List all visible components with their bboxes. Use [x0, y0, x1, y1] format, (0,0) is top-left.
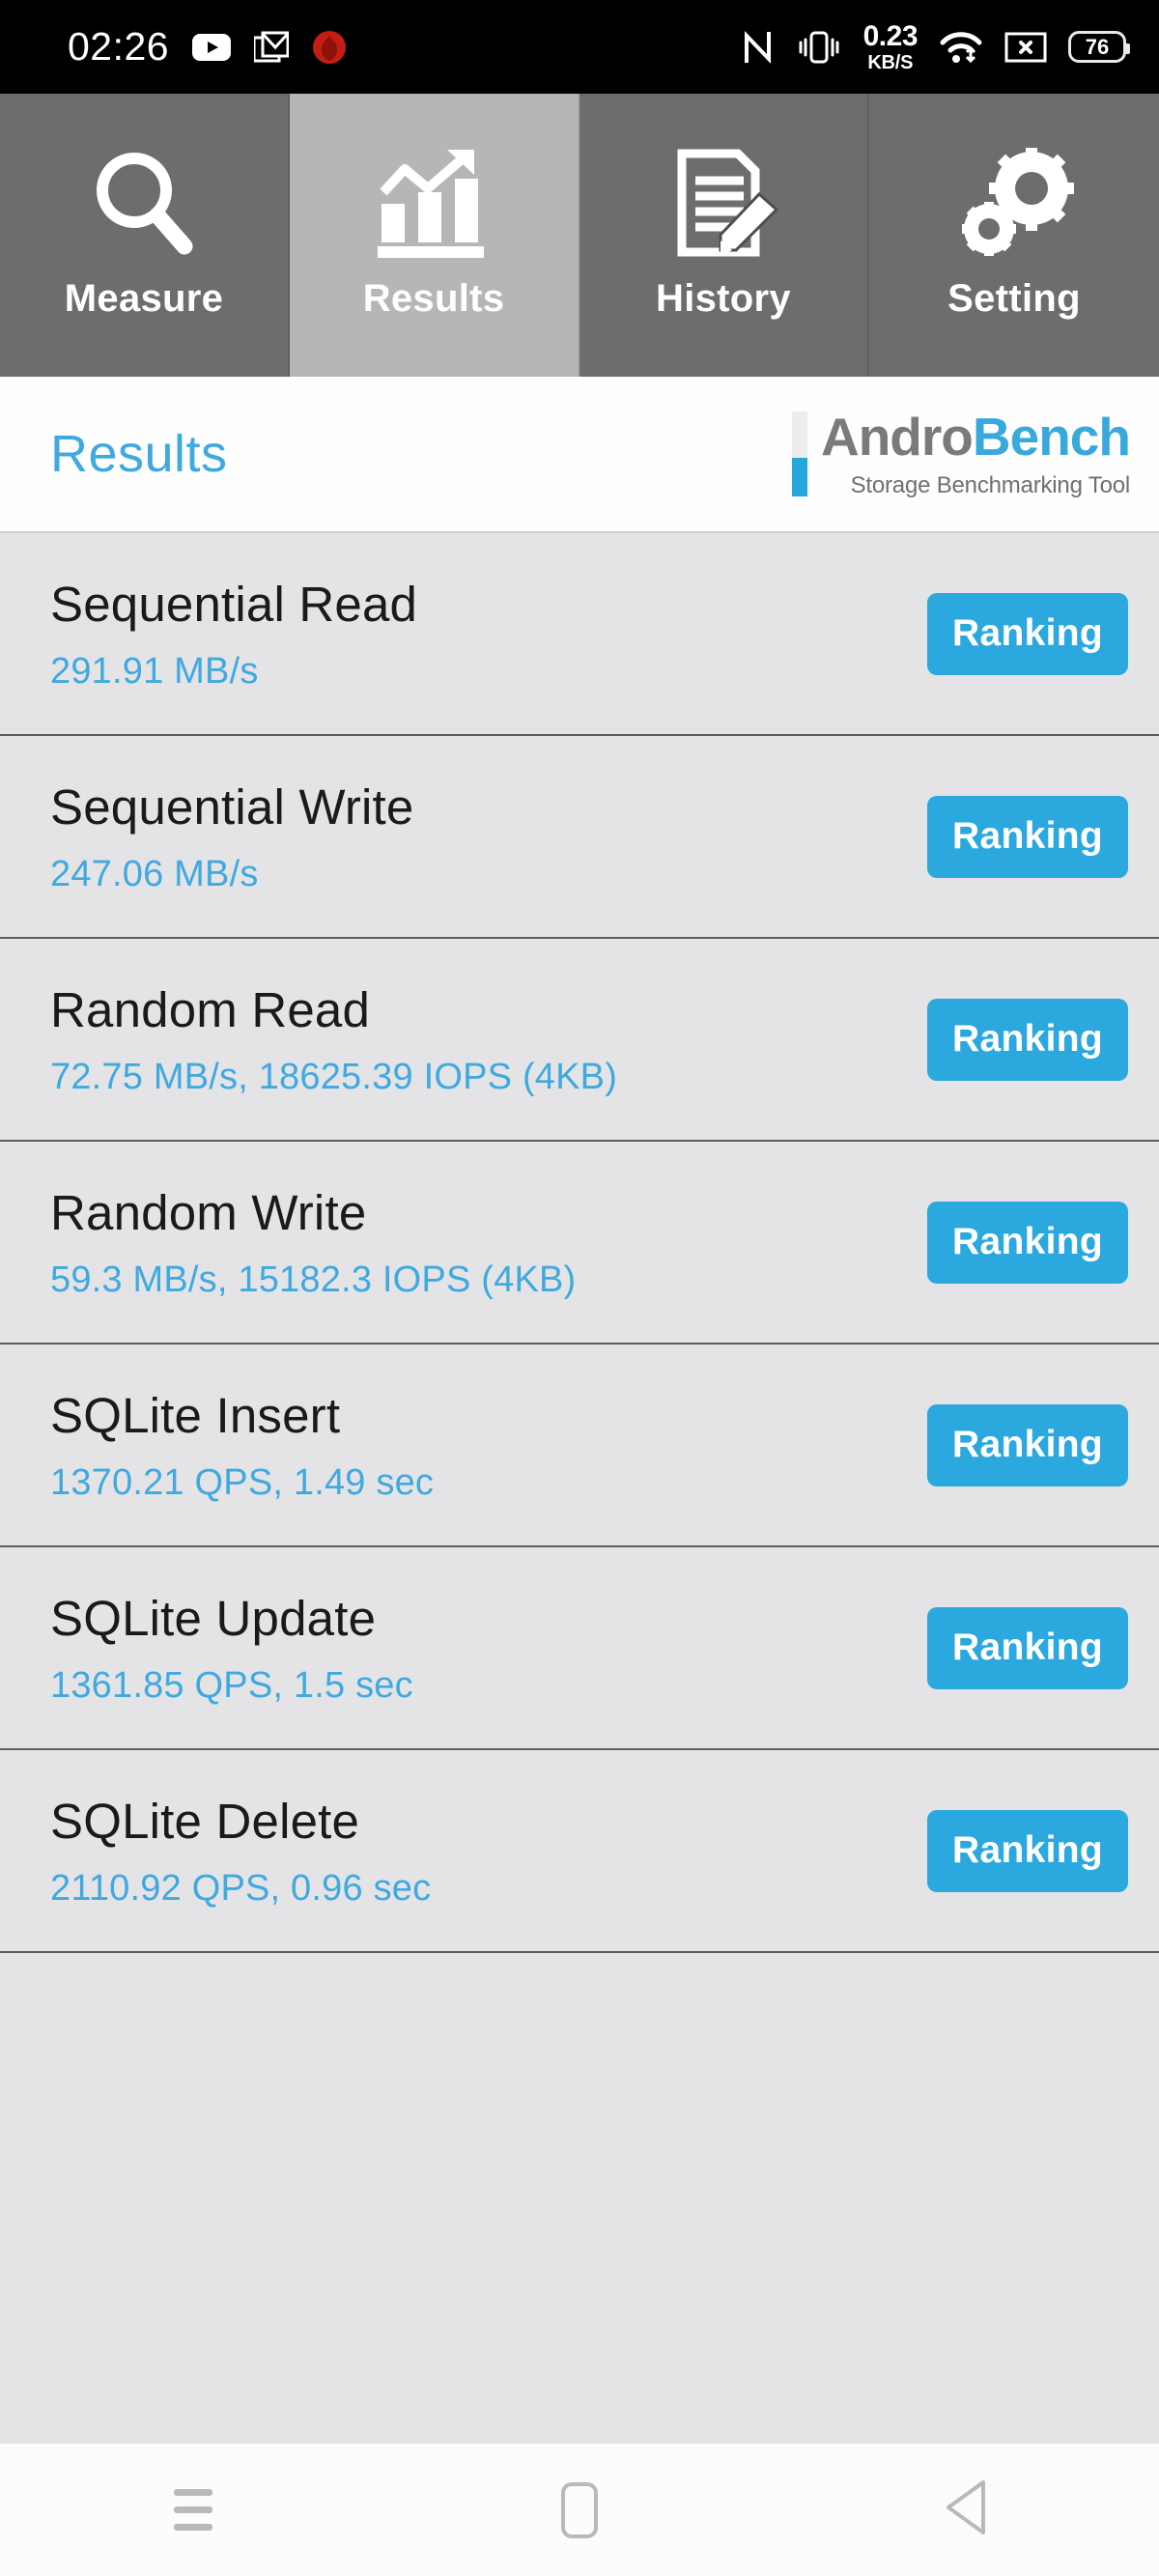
youtube-icon [192, 33, 232, 61]
vibrate-icon [796, 28, 842, 67]
tab-results-label: Results [362, 276, 505, 320]
page-title: Results [50, 425, 228, 483]
table-row[interactable]: SQLite Delete 2110.92 QPS, 0.96 sec Rank… [0, 1750, 1159, 1953]
magnifier-icon [90, 140, 198, 260]
tab-history[interactable]: History [580, 94, 869, 377]
table-row[interactable]: SQLite Update 1361.85 QPS, 1.5 sec Ranki… [0, 1547, 1159, 1750]
wifi-icon [939, 29, 983, 66]
benchmark-value: 72.75 MB/s, 18625.39 IOPS (4KB) [50, 1056, 618, 1097]
row-text-group: Random Read 72.75 MB/s, 18625.39 IOPS (4… [50, 983, 617, 1094]
battery-level-label: 76 [1085, 34, 1110, 59]
ranking-button[interactable]: Ranking [927, 998, 1128, 1081]
tab-results[interactable]: Results [290, 94, 580, 377]
table-row[interactable]: SQLite Insert 1370.21 QPS, 1.49 sec Rank… [0, 1345, 1159, 1547]
logo-bar-icon [791, 411, 807, 496]
network-speed-unit: KB/S [867, 51, 914, 73]
row-text-group: SQLite Delete 2110.92 QPS, 0.96 sec [50, 1795, 431, 1906]
benchmark-value: 247.06 MB/s [50, 853, 259, 894]
ranking-button[interactable]: Ranking [927, 795, 1128, 878]
benchmark-name: Sequential Read [50, 577, 418, 633]
results-list[interactable]: Sequential Read 291.91 MB/s Ranking Sequ… [0, 533, 1159, 2444]
home-icon [561, 2481, 598, 2538]
network-speed-indicator: 0.23 KB/S [862, 19, 919, 73]
row-text-group: SQLite Update 1361.85 QPS, 1.5 sec [50, 1592, 413, 1703]
benchmark-value: 1370.21 QPS, 1.49 sec [50, 1461, 435, 1503]
brand-name-part2: Bench [972, 407, 1131, 467]
table-row[interactable]: Random Read 72.75 MB/s, 18625.39 IOPS (4… [0, 939, 1159, 1142]
logo-text-group: AndroBench Storage Benchmarking Tool [820, 407, 1131, 498]
app-icon-red [312, 30, 347, 65]
benchmark-name: SQLite Delete [50, 1794, 360, 1850]
benchmark-value: 291.91 MB/s [50, 650, 259, 692]
main-tab-bar: Measure Results History Setting [0, 94, 1159, 377]
phone-screen: 02:26 0.23 KB/S 76 Measure Results Histo… [0, 0, 1159, 2576]
row-text-group: Sequential Read 291.91 MB/s [50, 578, 417, 689]
gmail-icon [254, 31, 290, 63]
row-text-group: SQLite Insert 1370.21 QPS, 1.49 sec [50, 1389, 434, 1500]
androbench-logo: AndroBench Storage Benchmarking Tool [791, 407, 1131, 498]
benchmark-name: Random Read [50, 982, 371, 1038]
tab-measure-label: Measure [64, 276, 224, 320]
page-header: Results AndroBench Storage Benchmarking … [0, 377, 1159, 533]
benchmark-value: 59.3 MB/s, 15182.3 IOPS (4KB) [50, 1259, 577, 1300]
network-speed-value: 0.23 [862, 19, 919, 52]
benchmark-value: 2110.92 QPS, 0.96 sec [50, 1867, 432, 1909]
recents-button[interactable] [121, 2444, 266, 2576]
row-text-group: Sequential Write 247.06 MB/s [50, 780, 413, 892]
status-clock: 02:26 [68, 24, 170, 69]
tab-setting[interactable]: Setting [869, 94, 1159, 377]
benchmark-name: Random Write [50, 1185, 367, 1241]
ranking-button[interactable]: Ranking [927, 592, 1128, 675]
tab-history-label: History [656, 276, 791, 320]
table-row[interactable]: Random Write 59.3 MB/s, 15182.3 IOPS (4K… [0, 1142, 1159, 1345]
home-button[interactable] [507, 2444, 652, 2576]
system-navigation-bar [0, 2444, 1159, 2576]
benchmark-name: SQLite Update [50, 1591, 377, 1647]
recents-menu-icon [174, 2489, 212, 2531]
ranking-button[interactable]: Ranking [927, 1606, 1128, 1689]
benchmark-name: Sequential Write [50, 779, 414, 835]
back-button[interactable] [893, 2444, 1038, 2576]
status-bar-right: 0.23 KB/S 76 [742, 19, 1130, 73]
brand-name-part1: Andro [820, 407, 974, 467]
benchmark-value: 1361.85 QPS, 1.5 sec [50, 1664, 413, 1706]
status-bar: 02:26 0.23 KB/S 76 [0, 0, 1159, 94]
table-row[interactable]: Sequential Write 247.06 MB/s Ranking [0, 736, 1159, 939]
tab-measure[interactable]: Measure [0, 94, 290, 377]
ranking-button[interactable]: Ranking [927, 1403, 1128, 1486]
tab-setting-label: Setting [947, 276, 1081, 320]
bar-chart-arrow-icon [376, 140, 492, 260]
gears-icon [954, 140, 1074, 260]
status-bar-left: 02:26 [68, 27, 347, 67]
no-sim-icon [1004, 31, 1047, 64]
brand-name: AndroBench [820, 407, 1131, 467]
ranking-button[interactable]: Ranking [927, 1809, 1128, 1892]
benchmark-name: SQLite Insert [50, 1388, 341, 1444]
nfc-icon [742, 29, 775, 66]
row-text-group: Random Write 59.3 MB/s, 15182.3 IOPS (4K… [50, 1186, 576, 1297]
back-triangle-icon [941, 2478, 991, 2541]
battery-indicator: 76 [1068, 31, 1130, 63]
brand-subtitle: Storage Benchmarking Tool [850, 472, 1131, 498]
ranking-button[interactable]: Ranking [927, 1201, 1128, 1284]
document-pencil-icon [666, 140, 780, 260]
table-row[interactable]: Sequential Read 291.91 MB/s Ranking [0, 533, 1159, 736]
